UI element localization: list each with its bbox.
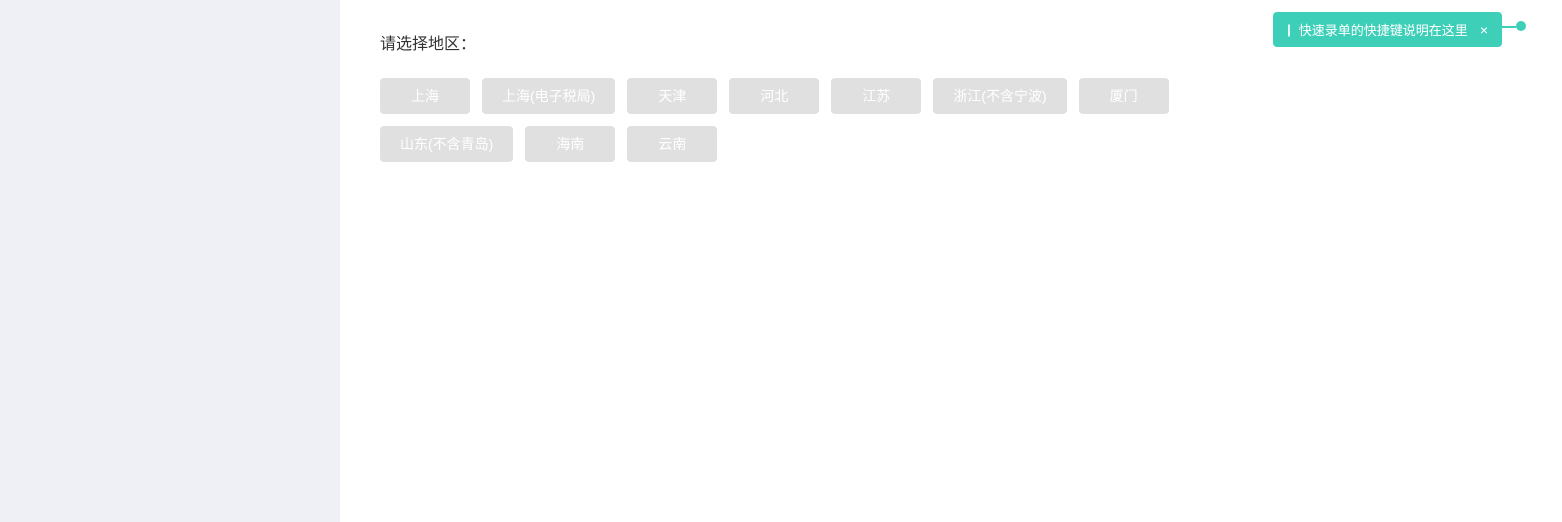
tooltip-dot <box>1516 21 1526 31</box>
tooltip-line <box>1496 26 1516 28</box>
region-btn-zhejiang[interactable]: 浙江(不含宁波) <box>933 78 1066 114</box>
region-btn-shandong[interactable]: 山东(不含青岛) <box>380 126 513 162</box>
tooltip-close-button[interactable]: × <box>1480 22 1488 38</box>
tooltip-text: 快速录单的快捷键说明在这里 <box>1299 20 1468 39</box>
region-btn-shanghai-etax[interactable]: 上海(电子税局) <box>482 78 615 114</box>
region-row-1: 上海上海(电子税局) 天津河北江苏浙江(不含宁波) 厦门 <box>380 78 1522 114</box>
region-btn-jiangsu[interactable]: 江苏 <box>831 78 921 114</box>
region-btn-yunnan[interactable]: 云南 <box>627 126 717 162</box>
region-row-2: 山东(不含青岛) 海南云南 <box>380 126 1522 162</box>
region-btn-hebei[interactable]: 河北 <box>729 78 819 114</box>
region-btn-xiamen[interactable]: 厦门 <box>1079 78 1169 114</box>
main-content: 请选择地区： 上海上海(电子税局)天津河北江苏浙江(不含宁波)厦门 山东(不含青… <box>340 0 1562 522</box>
region-btn-tianjin[interactable]: 天津 <box>627 78 717 114</box>
region-btn-hainan[interactable]: 海南 <box>525 126 615 162</box>
left-sidebar <box>0 0 340 522</box>
tooltip-banner: 快速录单的快捷键说明在这里 × <box>1273 12 1502 47</box>
region-btn-shanghai[interactable]: 上海 <box>380 78 470 114</box>
